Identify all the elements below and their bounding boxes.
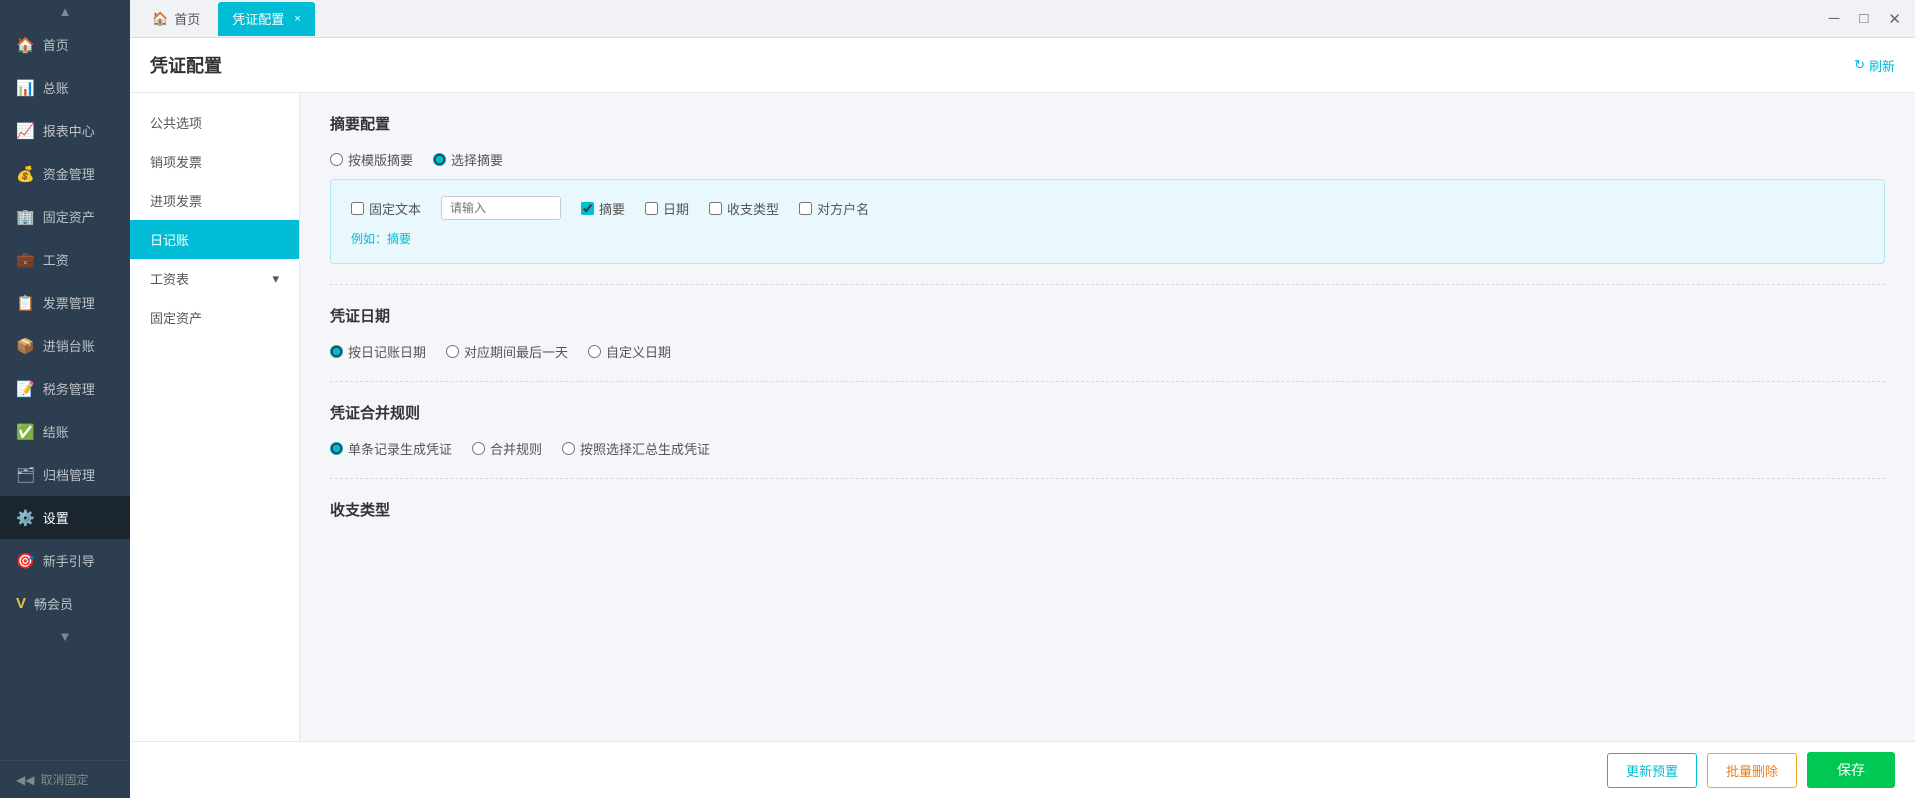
refresh-icon: ↻ [1854,57,1865,73]
pin-icon: ◀◀ [16,773,34,787]
guide-icon: 🎯 [16,552,35,570]
sidebar-item-archive[interactable]: 🗂 归档管理 [0,453,130,496]
income-type-title: 收支类型 [330,499,1885,520]
tab-close-button[interactable]: × [294,13,300,25]
voucher-date-title: 凭证日期 [330,305,1885,326]
abstract-template-radio[interactable]: 按模版摘要 [330,150,413,169]
voucher-date-section: 凭证日期 按日记账日期 对应期间最后一天 自定义日期 [330,305,1885,361]
sidebar-item-tax[interactable]: 📝 税务管理 [0,367,130,410]
bottom-bar: 更新预置 批量删除 保存 [130,741,1915,798]
home-tab-icon: 🏠 [152,11,168,27]
general-ledger-icon: 📊 [16,79,35,97]
divider-3 [330,478,1885,479]
refresh-button[interactable]: ↻ 刷新 [1854,56,1895,75]
abstract-example: 例如：摘要 [351,230,1864,247]
right-content: 摘要配置 按模版摘要 选择摘要 [300,93,1915,741]
sidebar-item-home[interactable]: 🏠 首页 [0,23,130,66]
tab-home[interactable]: 🏠 首页 [138,2,214,36]
report-icon: 📈 [16,122,35,140]
voucher-date-radio-group: 按日记账日期 对应期间最后一天 自定义日期 [330,342,1885,361]
page-header: 凭证配置 ↻ 刷新 [130,38,1915,93]
page-title: 凭证配置 [150,52,222,78]
abstract-type-radio-group: 按模版摘要 选择摘要 [330,150,1885,169]
income-type-section: 收支类型 [330,499,1885,520]
invoice-icon: 📋 [16,294,35,312]
voucher-merge-title: 凭证合并规则 [330,402,1885,423]
divider-2 [330,381,1885,382]
sidebar: ▲ 🏠 首页 📊 总账 📈 报表中心 💰 资金管理 🏢 固定资产 💼 工资 📋 … [0,0,130,798]
single-record-radio[interactable]: 单条记录生成凭证 [330,439,452,458]
sidebar-item-fund-management[interactable]: 💰 资金管理 [0,152,130,195]
sidebar-item-report-center[interactable]: 📈 报表中心 [0,109,130,152]
tab-bar: 🏠 首页 凭证配置 × ─ □ ✕ [130,0,1915,38]
divider-1 [330,284,1885,285]
voucher-merge-radio-group: 单条记录生成凭证 合并规则 按照选择汇总生成凭证 [330,439,1885,458]
sidebar-scroll-down[interactable]: ▼ [0,625,130,648]
fixed-text-checkbox[interactable]: 固定文本 [351,199,421,218]
abstract-checkbox[interactable]: 摘要 [581,199,625,218]
date-checkbox[interactable]: 日期 [645,199,689,218]
batch-delete-button[interactable]: 批量删除 [1707,753,1797,788]
income-type-checkbox[interactable]: 收支类型 [709,199,779,218]
sidebar-item-checkout[interactable]: ✅ 结账 [0,410,130,453]
save-button[interactable]: 保存 [1807,752,1895,788]
abstract-config-title: 摘要配置 [330,113,1885,134]
tab-actions: ─ □ ✕ [1823,8,1907,30]
sidebar-item-purchase-sales[interactable]: 📦 进销台账 [0,324,130,367]
content-wrapper: 公共选项 销项发票 进项发票 日记账 工资表 ▾ 固定资产 摘要配置 [130,93,1915,741]
update-preview-button[interactable]: 更新预置 [1607,753,1697,788]
main-area: 🏠 首页 凭证配置 × ─ □ ✕ 凭证配置 ↻ 刷新 公共选项 销项发票 [130,0,1915,798]
expand-arrow-icon: ▾ [272,271,279,287]
archive-icon: 🗂 [16,466,35,484]
window-minimize-button[interactable]: ─ [1823,8,1846,29]
fixed-text-input[interactable] [441,196,561,220]
left-nav-sales-invoice[interactable]: 销项发票 [130,142,299,181]
left-nav-journal[interactable]: 日记账 [130,220,299,259]
vip-icon: V [16,595,26,612]
fixed-assets-icon: 🏢 [16,208,35,226]
checkout-icon: ✅ [16,423,35,441]
sidebar-item-guide[interactable]: 🎯 新手引导 [0,539,130,582]
abstract-checkboxes: 固定文本 摘要 日期 收支类型 [351,196,1864,220]
by-selection-summary-radio[interactable]: 按照选择汇总生成凭证 [562,439,710,458]
payroll-icon: 💼 [16,251,35,269]
purchase-sales-icon: 📦 [16,337,35,355]
last-day-period-radio[interactable]: 对应期间最后一天 [446,342,568,361]
sidebar-item-general-ledger[interactable]: 📊 总账 [0,66,130,109]
sidebar-item-payroll[interactable]: 💼 工资 [0,238,130,281]
fund-icon: 💰 [16,165,35,183]
window-maximize-button[interactable]: □ [1853,8,1874,29]
left-nav-fixed-assets[interactable]: 固定资产 [130,298,299,337]
tab-voucher-config[interactable]: 凭证配置 × [218,2,314,36]
abstract-select-radio[interactable]: 选择摘要 [433,150,503,169]
left-nav-payroll-sheet[interactable]: 工资表 ▾ [130,259,299,298]
tax-icon: 📝 [16,380,35,398]
left-nav-public-options[interactable]: 公共选项 [130,103,299,142]
abstract-config-section: 摘要配置 按模版摘要 选择摘要 [330,113,1885,264]
merge-rule-radio[interactable]: 合并规则 [472,439,542,458]
left-nav: 公共选项 销项发票 进项发票 日记账 工资表 ▾ 固定资产 [130,93,300,741]
abstract-config-box: 固定文本 摘要 日期 收支类型 [330,179,1885,264]
left-nav-purchase-invoice[interactable]: 进项发票 [130,181,299,220]
window-close-button[interactable]: ✕ [1882,8,1907,30]
by-journal-date-radio[interactable]: 按日记账日期 [330,342,426,361]
sidebar-unpin-button[interactable]: ◀◀ 取消固定 [0,760,130,798]
counterparty-checkbox[interactable]: 对方户名 [799,199,869,218]
sidebar-scroll-up[interactable]: ▲ [0,0,130,23]
home-icon: 🏠 [16,36,35,54]
settings-icon: ⚙️ [16,509,35,527]
custom-date-radio[interactable]: 自定义日期 [588,342,671,361]
sidebar-item-fixed-assets[interactable]: 🏢 固定资产 [0,195,130,238]
sidebar-item-invoice[interactable]: 📋 发票管理 [0,281,130,324]
sidebar-item-settings[interactable]: ⚙️ 设置 [0,496,130,539]
sidebar-item-vip[interactable]: V 畅会员 [0,582,130,625]
voucher-merge-section: 凭证合并规则 单条记录生成凭证 合并规则 按照选择汇总生成凭证 [330,402,1885,458]
